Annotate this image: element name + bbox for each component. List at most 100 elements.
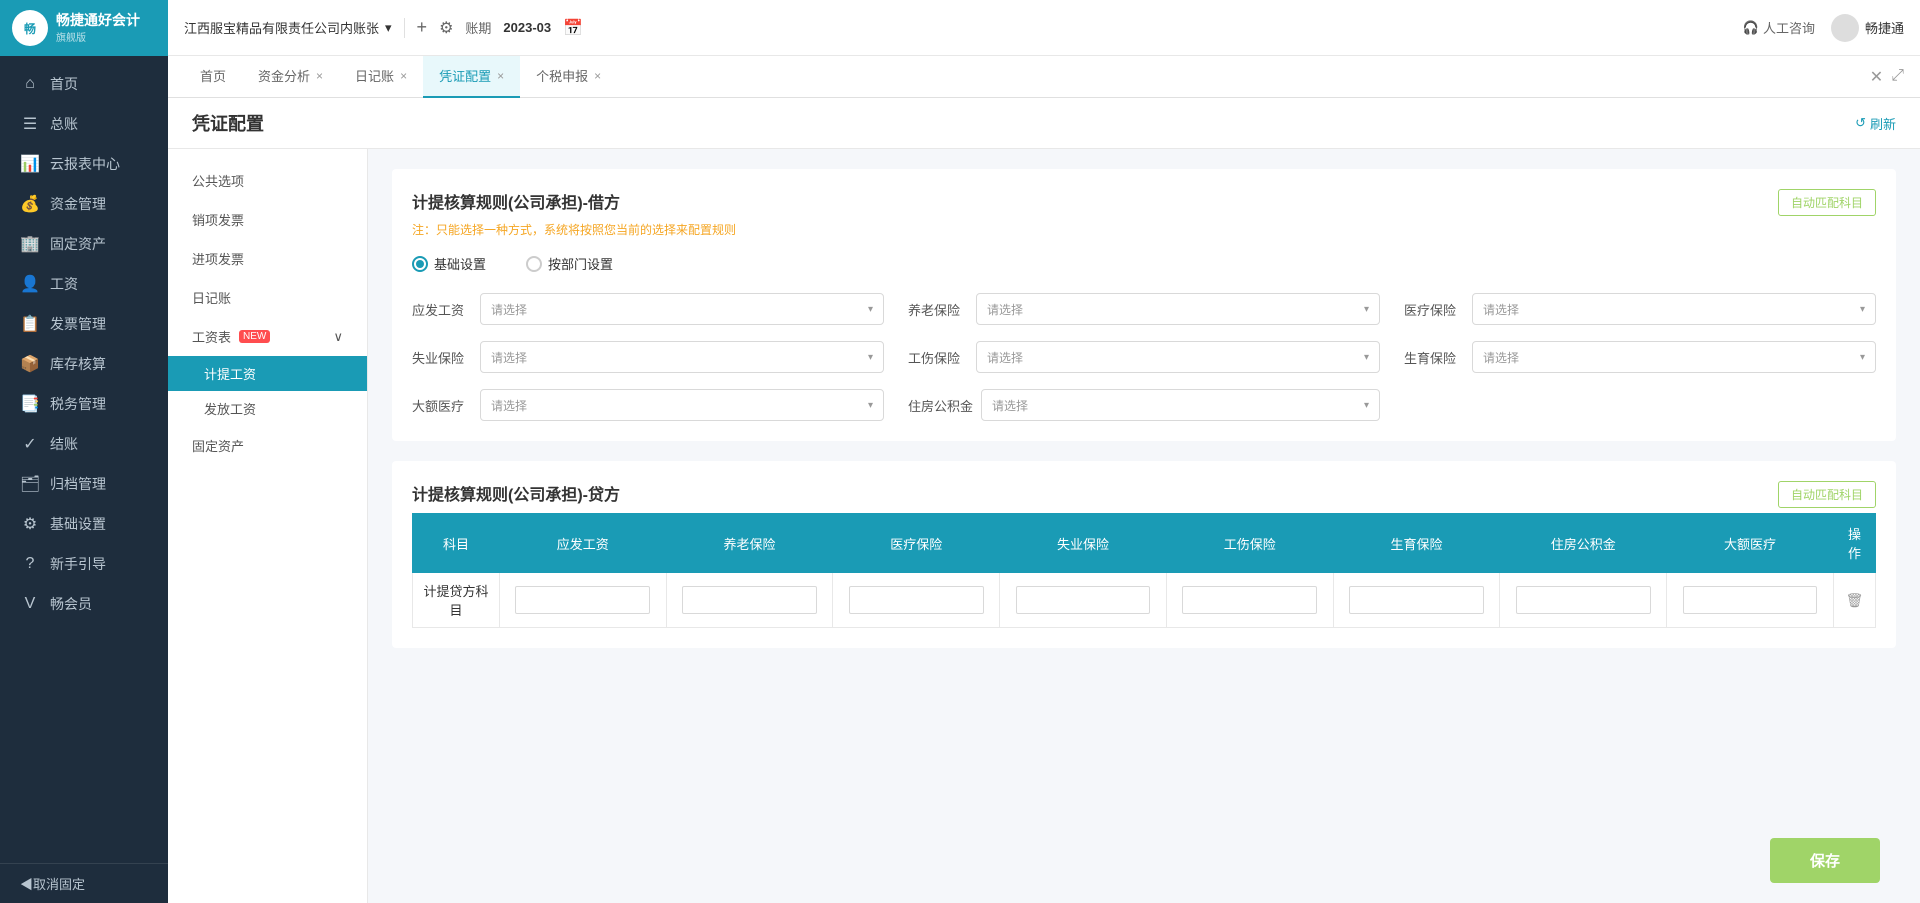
delete-row-button[interactable]: 🗑 bbox=[1846, 592, 1864, 608]
service-button[interactable]: 🎧 人工咨询 bbox=[1743, 18, 1815, 37]
select-medical[interactable]: 请选择 ▾ bbox=[1472, 293, 1876, 325]
select-injury[interactable]: 请选择 ▾ bbox=[976, 341, 1380, 373]
nav-salary-accrual[interactable]: 计提工资 bbox=[168, 356, 367, 391]
logo-title: 畅捷通好会计 bbox=[56, 12, 140, 29]
table-header-row: 科目 应发工资 养老保险 医疗保险 失业保险 工伤保险 生育保险 住房公积金 大… bbox=[413, 514, 1876, 573]
th-housing: 住房公积金 bbox=[1500, 514, 1667, 573]
sidebar-item-inventory[interactable]: 📦 库存核算 bbox=[0, 344, 168, 384]
nav-public-options[interactable]: 公共选项 bbox=[168, 161, 367, 200]
sidebar-item-archive[interactable]: 🗂 归档管理 bbox=[0, 464, 168, 504]
tab-home[interactable]: 首页 bbox=[184, 56, 242, 98]
tab-fund-analysis[interactable]: 资金分析 × bbox=[242, 56, 339, 98]
sidebar-item-settlement[interactable]: ✓ 结账 bbox=[0, 424, 168, 464]
tab-home-label: 首页 bbox=[200, 66, 226, 85]
sidebar-item-basic-settings[interactable]: ⚙ 基础设置 bbox=[0, 504, 168, 544]
tab-journal[interactable]: 日记账 × bbox=[339, 56, 423, 98]
tab-voucher-close[interactable]: × bbox=[497, 69, 504, 83]
cancel-fixed-btn[interactable]: ◀取消固定 bbox=[0, 863, 168, 903]
settings-button[interactable]: ⚙ bbox=[439, 18, 453, 38]
close-all-tab-button[interactable]: ✕ bbox=[1870, 67, 1883, 87]
nav-fixed-assets[interactable]: 固定资产 bbox=[168, 426, 367, 465]
tab-fund-close[interactable]: × bbox=[316, 69, 323, 83]
form-item-major-medical: 大额医疗 请选择 ▾ bbox=[412, 389, 884, 421]
maximize-tab-button[interactable]: ⤢ bbox=[1891, 67, 1904, 87]
tab-tax-label: 个税申报 bbox=[536, 66, 588, 85]
tab-tax-close[interactable]: × bbox=[594, 69, 601, 83]
radio-by-dept[interactable]: 按部门设置 bbox=[526, 254, 613, 273]
settlement-icon: ✓ bbox=[20, 434, 40, 454]
sidebar-item-invoice[interactable]: 📋 发票管理 bbox=[0, 304, 168, 344]
select-major-medical[interactable]: 请选择 ▾ bbox=[480, 389, 884, 421]
select-major-medical-placeholder: 请选择 bbox=[491, 397, 527, 414]
label-housing-fund: 住房公积金 bbox=[908, 396, 973, 415]
debit-auto-match-button[interactable]: 自动匹配科目 bbox=[1778, 189, 1876, 216]
th-action: 操作 bbox=[1833, 514, 1875, 573]
label-pension: 养老保险 bbox=[908, 300, 968, 319]
refresh-button[interactable]: ↺ 刷新 bbox=[1855, 114, 1896, 133]
sidebar-item-inventory-label: 库存核算 bbox=[50, 354, 106, 374]
sidebar-item-guide[interactable]: ? 新手引导 bbox=[0, 544, 168, 584]
main-area: 江西服宝精品有限责任公司内账张 ▾ + ⚙ 账期 2023-03 📅 🎧 人工咨… bbox=[168, 0, 1920, 903]
input-maternity[interactable] bbox=[1349, 586, 1484, 614]
credit-auto-match-button[interactable]: 自动匹配科目 bbox=[1778, 481, 1876, 508]
select-maternity[interactable]: 请选择 ▾ bbox=[1472, 341, 1876, 373]
logo-icon: 畅 bbox=[12, 10, 48, 46]
nav-salary-table[interactable]: 工资表 NEW ∨ bbox=[168, 317, 367, 356]
input-major-medical[interactable] bbox=[1683, 586, 1818, 614]
select-maternity-arrow: ▾ bbox=[1860, 352, 1865, 363]
sidebar-item-home[interactable]: ⌂ 首页 bbox=[0, 64, 168, 104]
sidebar-item-tax[interactable]: 📑 税务管理 bbox=[0, 384, 168, 424]
vip-icon: V bbox=[20, 595, 40, 613]
nav-sales-invoice[interactable]: 销项发票 bbox=[168, 200, 367, 239]
topbar-divider-1 bbox=[404, 18, 405, 38]
nav-salary-table-label: 工资表 bbox=[192, 327, 231, 346]
label-salary: 应发工资 bbox=[412, 300, 472, 319]
user-area[interactable]: 畅捷通 bbox=[1831, 14, 1904, 42]
tab-tax-report[interactable]: 个税申报 × bbox=[520, 56, 617, 98]
tab-journal-close[interactable]: × bbox=[400, 69, 407, 83]
form-item-unemployment: 失业保险 请选择 ▾ bbox=[412, 341, 884, 373]
select-pension[interactable]: 请选择 ▾ bbox=[976, 293, 1380, 325]
topbar-right: 🎧 人工咨询 畅捷通 bbox=[1743, 14, 1904, 42]
sidebar-item-ledger-label: 总账 bbox=[50, 114, 78, 134]
label-major-medical: 大额医疗 bbox=[412, 396, 472, 415]
input-injury[interactable] bbox=[1182, 586, 1317, 614]
tab-voucher-config[interactable]: 凭证配置 × bbox=[423, 56, 520, 98]
sidebar-item-home-label: 首页 bbox=[50, 74, 78, 94]
sidebar-item-vip[interactable]: V 畅会员 bbox=[0, 584, 168, 624]
tab-fund-label: 资金分析 bbox=[258, 66, 310, 85]
select-maternity-placeholder: 请选择 bbox=[1483, 349, 1519, 366]
calendar-icon[interactable]: 📅 bbox=[563, 18, 583, 38]
save-button[interactable]: 保存 bbox=[1770, 838, 1880, 883]
input-unemployment[interactable] bbox=[1016, 586, 1151, 614]
sidebar-item-salary[interactable]: 👤 工资 bbox=[0, 264, 168, 304]
input-pension[interactable] bbox=[682, 586, 817, 614]
sidebar-item-fixed-assets[interactable]: 🏢 固定资产 bbox=[0, 224, 168, 264]
input-medical[interactable] bbox=[849, 586, 984, 614]
label-unemployment: 失业保险 bbox=[412, 348, 472, 367]
select-injury-placeholder: 请选择 bbox=[987, 349, 1023, 366]
select-major-medical-arrow: ▾ bbox=[868, 400, 873, 411]
add-company-button[interactable]: + bbox=[417, 17, 428, 38]
select-unemployment[interactable]: 请选择 ▾ bbox=[480, 341, 884, 373]
select-housing-fund[interactable]: 请选择 ▾ bbox=[981, 389, 1380, 421]
select-housing-placeholder: 请选择 bbox=[992, 397, 1028, 414]
nav-journal[interactable]: 日记账 bbox=[168, 278, 367, 317]
nav-salary-payment[interactable]: 发放工资 bbox=[168, 391, 367, 426]
sidebar-item-cloud-reports[interactable]: 📊 云报表中心 bbox=[0, 144, 168, 184]
select-salary[interactable]: 请选择 ▾ bbox=[480, 293, 884, 325]
radio-basic[interactable]: 基础设置 bbox=[412, 254, 486, 273]
input-housing[interactable] bbox=[1516, 586, 1651, 614]
sidebar-item-general-ledger[interactable]: ☰ 总账 bbox=[0, 104, 168, 144]
user-avatar bbox=[1831, 14, 1859, 42]
nav-purchase-invoice[interactable]: 进项发票 bbox=[168, 239, 367, 278]
th-major-medical: 大额医疗 bbox=[1667, 514, 1834, 573]
table-row: 计提贷方科目 🗑 bbox=[413, 573, 1876, 628]
td-injury-input-cell bbox=[1166, 573, 1333, 628]
sidebar-item-fund-management[interactable]: 💰 资金管理 bbox=[0, 184, 168, 224]
topbar: 江西服宝精品有限责任公司内账张 ▾ + ⚙ 账期 2023-03 📅 🎧 人工咨… bbox=[168, 0, 1920, 56]
company-selector[interactable]: 江西服宝精品有限责任公司内账张 ▾ bbox=[184, 18, 392, 37]
input-salary[interactable] bbox=[515, 586, 650, 614]
sidebar-item-settlement-label: 结账 bbox=[50, 434, 78, 454]
radio-group: 基础设置 按部门设置 bbox=[412, 254, 1876, 273]
